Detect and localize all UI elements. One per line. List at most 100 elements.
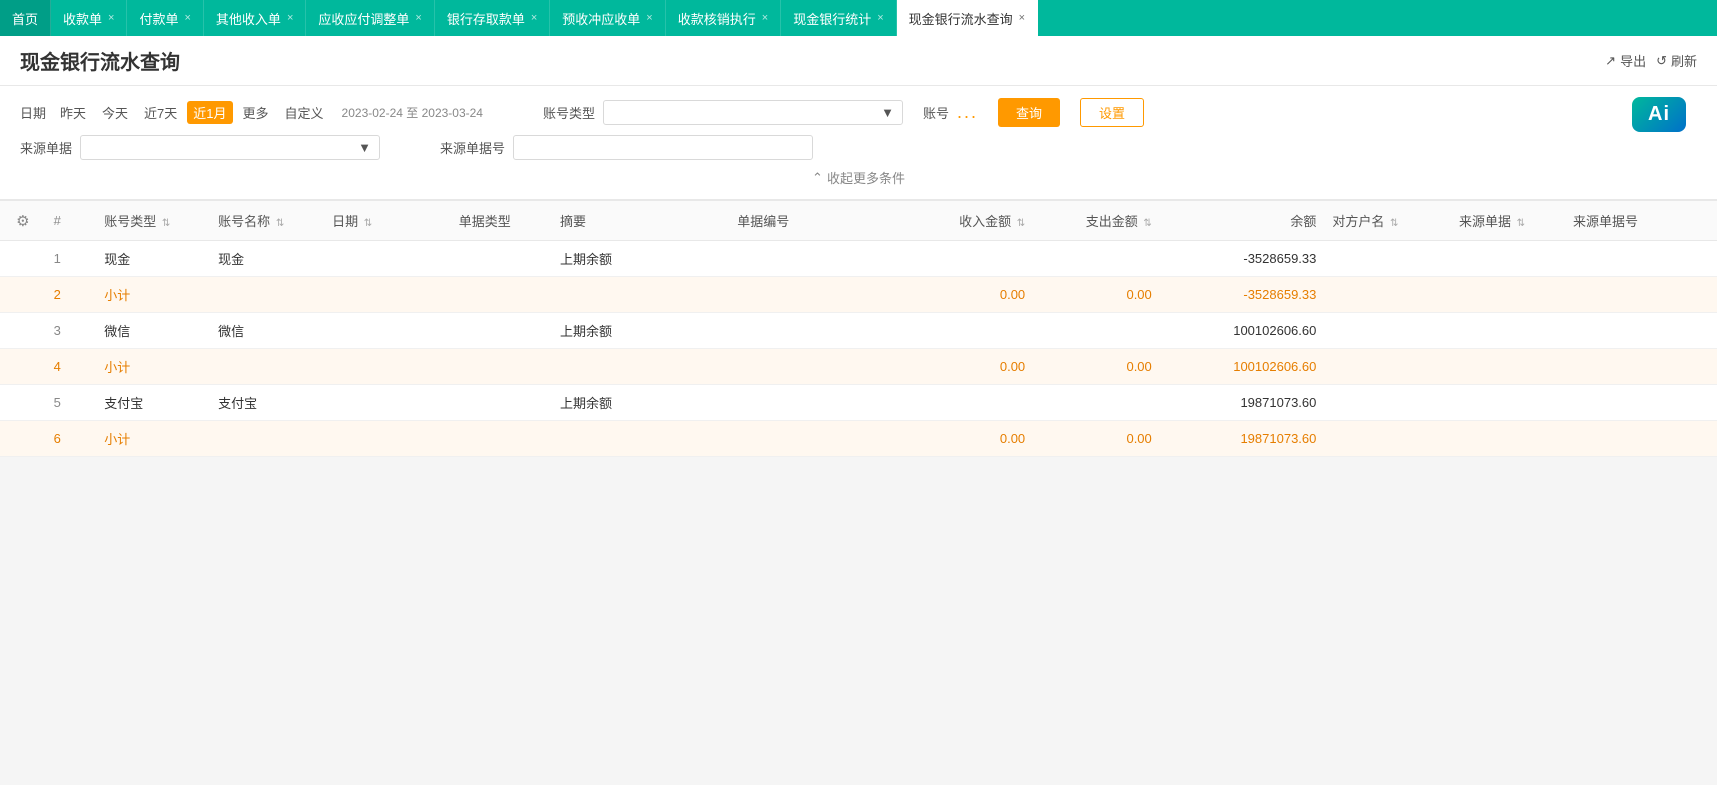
cell-counterparty bbox=[1324, 277, 1451, 313]
cell-expense: 0.00 bbox=[1033, 421, 1160, 457]
cell-date bbox=[324, 349, 451, 385]
nav-tab-5[interactable]: 预收冲应收单 × bbox=[550, 0, 665, 36]
cell-balance: 19871073.60 bbox=[1160, 421, 1325, 457]
cell-gear bbox=[0, 313, 46, 349]
cell-summary: 上期余额 bbox=[552, 241, 729, 277]
cell-gear bbox=[0, 349, 46, 385]
table-header-row: ⚙ # 账号类型 ⇅ 账号名称 ⇅ 日期 ⇅ 单据类型 bbox=[0, 201, 1717, 241]
nav-tab-8-label: 现金银行流水查询 bbox=[909, 9, 1013, 28]
nav-tab-4[interactable]: 银行存取款单 × bbox=[435, 0, 550, 36]
cell-expense: 0.00 bbox=[1033, 277, 1160, 313]
col-doc-type-header: 单据类型 bbox=[451, 201, 552, 241]
nav-tab-2[interactable]: 其他收入单 × bbox=[204, 0, 306, 36]
chevron-down-icon-2: ▼ bbox=[358, 140, 371, 155]
acct-type-select[interactable]: ▼ bbox=[603, 100, 903, 125]
sort-acct-name-icon[interactable]: ⇅ bbox=[276, 218, 284, 229]
filter-row-1: 日期 昨天 今天 近7天 近1月 更多 自定义 2023-02-24 至 202… bbox=[20, 98, 1697, 127]
nav-tab-5-close[interactable]: × bbox=[646, 12, 652, 24]
cell-summary bbox=[552, 277, 729, 313]
cell-src-doc bbox=[1451, 277, 1565, 313]
cell-src-doc bbox=[1451, 421, 1565, 457]
nav-tab-4-close[interactable]: × bbox=[531, 12, 537, 24]
nav-tab-0[interactable]: 收款单 × bbox=[51, 0, 127, 36]
table-row: 1现金现金上期余额-3528659.33 bbox=[0, 241, 1717, 277]
src-doc-num-input[interactable] bbox=[513, 135, 813, 160]
nav-tab-2-label: 其他收入单 bbox=[216, 9, 281, 28]
sort-date-icon[interactable]: ⇅ bbox=[364, 218, 372, 229]
table-row: 4小计0.000.00100102606.60 bbox=[0, 349, 1717, 385]
table-body: 1现金现金上期余额-3528659.332小计0.000.00-3528659.… bbox=[0, 241, 1717, 457]
nav-tab-5-label: 预收冲应收单 bbox=[562, 9, 640, 28]
acct-type-filter: 账号类型 ▼ bbox=[543, 100, 903, 125]
col-src-doc-header: 来源单据 ⇅ bbox=[1451, 201, 1565, 241]
date-opt-7days[interactable]: 近7天 bbox=[138, 101, 183, 124]
refresh-label: 刷新 bbox=[1671, 51, 1697, 70]
table-row: 3微信微信上期余额100102606.60 bbox=[0, 313, 1717, 349]
cell-num: 1 bbox=[46, 241, 97, 277]
header-actions: ↗ 导出 ↺ 刷新 bbox=[1605, 51, 1697, 70]
cell-doc-num bbox=[729, 349, 894, 385]
nav-tab-6-label: 收款核销执行 bbox=[678, 9, 756, 28]
cell-acct-name: 现金 bbox=[210, 241, 324, 277]
cell-acct-type: 现金 bbox=[96, 241, 210, 277]
cell-income: 0.00 bbox=[894, 349, 1033, 385]
refresh-button[interactable]: ↺ 刷新 bbox=[1656, 51, 1697, 70]
nav-tab-7[interactable]: 现金银行统计 × bbox=[781, 0, 896, 36]
nav-tab-2-close[interactable]: × bbox=[287, 12, 293, 24]
cell-income bbox=[894, 313, 1033, 349]
col-date-header: 日期 ⇅ bbox=[324, 201, 451, 241]
cell-doc-num bbox=[729, 241, 894, 277]
nav-tab-8-close[interactable]: × bbox=[1019, 12, 1025, 24]
cell-doc-num bbox=[729, 421, 894, 457]
acct-dots-button[interactable]: ... bbox=[957, 102, 978, 123]
date-opt-today[interactable]: 今天 bbox=[96, 101, 134, 124]
chevron-down-icon: ▼ bbox=[881, 105, 894, 120]
cell-doc-type bbox=[451, 277, 552, 313]
date-opt-custom[interactable]: 自定义 bbox=[279, 101, 330, 124]
cell-src-doc-num bbox=[1565, 313, 1717, 349]
table-row: 2小计0.000.00-3528659.33 bbox=[0, 277, 1717, 313]
ai-badge[interactable]: Ai bbox=[1632, 97, 1686, 132]
nav-tab-3-close[interactable]: × bbox=[415, 12, 421, 24]
nav-tab-6[interactable]: 收款核销执行 × bbox=[666, 0, 781, 36]
date-options: 昨天 今天 近7天 近1月 更多 自定义 bbox=[54, 101, 330, 124]
cell-balance: -3528659.33 bbox=[1160, 241, 1325, 277]
nav-tab-7-close[interactable]: × bbox=[877, 12, 883, 24]
src-doc-select[interactable]: ▼ bbox=[80, 135, 380, 160]
collapse-bar[interactable]: ⌃ 收起更多条件 bbox=[20, 168, 1697, 187]
settings-button[interactable]: 设置 bbox=[1080, 98, 1144, 127]
date-opt-more[interactable]: 更多 bbox=[237, 101, 275, 124]
sort-expense-icon[interactable]: ⇅ bbox=[1143, 218, 1151, 229]
sort-counterparty-icon[interactable]: ⇅ bbox=[1390, 218, 1398, 229]
cell-counterparty bbox=[1324, 421, 1451, 457]
nav-home[interactable]: 首页 bbox=[0, 0, 51, 36]
nav-tab-0-close[interactable]: × bbox=[108, 12, 114, 24]
filter-row-2: 来源单据 ▼ 来源单据号 bbox=[20, 135, 1697, 160]
col-src-doc-num-header: 来源单据号 bbox=[1565, 201, 1717, 241]
nav-tab-1[interactable]: 付款单 × bbox=[127, 0, 203, 36]
cell-balance: 100102606.60 bbox=[1160, 313, 1325, 349]
date-opt-yesterday[interactable]: 昨天 bbox=[54, 101, 92, 124]
cell-counterparty bbox=[1324, 241, 1451, 277]
sort-acct-type-icon[interactable]: ⇅ bbox=[162, 218, 170, 229]
nav-tab-3[interactable]: 应收应付调整单 × bbox=[306, 0, 434, 36]
cell-summary bbox=[552, 349, 729, 385]
nav-tab-6-close[interactable]: × bbox=[762, 12, 768, 24]
export-icon: ↗ bbox=[1605, 53, 1616, 69]
cell-src-doc bbox=[1451, 241, 1565, 277]
query-button[interactable]: 查询 bbox=[998, 98, 1060, 127]
settings-icon[interactable]: ⚙ bbox=[16, 213, 29, 230]
nav-tab-4-label: 银行存取款单 bbox=[447, 9, 525, 28]
cell-src-doc-num bbox=[1565, 349, 1717, 385]
nav-tab-1-close[interactable]: × bbox=[184, 12, 190, 24]
nav-tab-8[interactable]: 现金银行流水查询 × bbox=[897, 0, 1038, 36]
sort-income-icon[interactable]: ⇅ bbox=[1017, 218, 1025, 229]
cell-src-doc bbox=[1451, 349, 1565, 385]
sort-src-doc-icon[interactable]: ⇅ bbox=[1517, 218, 1525, 229]
export-button[interactable]: ↗ 导出 bbox=[1605, 51, 1646, 70]
cell-doc-num bbox=[729, 385, 894, 421]
date-opt-1month[interactable]: 近1月 bbox=[187, 101, 232, 124]
nav-tab-7-label: 现金银行统计 bbox=[793, 9, 871, 28]
cell-counterparty bbox=[1324, 349, 1451, 385]
col-counterparty-label: 对方户名 bbox=[1332, 214, 1384, 229]
